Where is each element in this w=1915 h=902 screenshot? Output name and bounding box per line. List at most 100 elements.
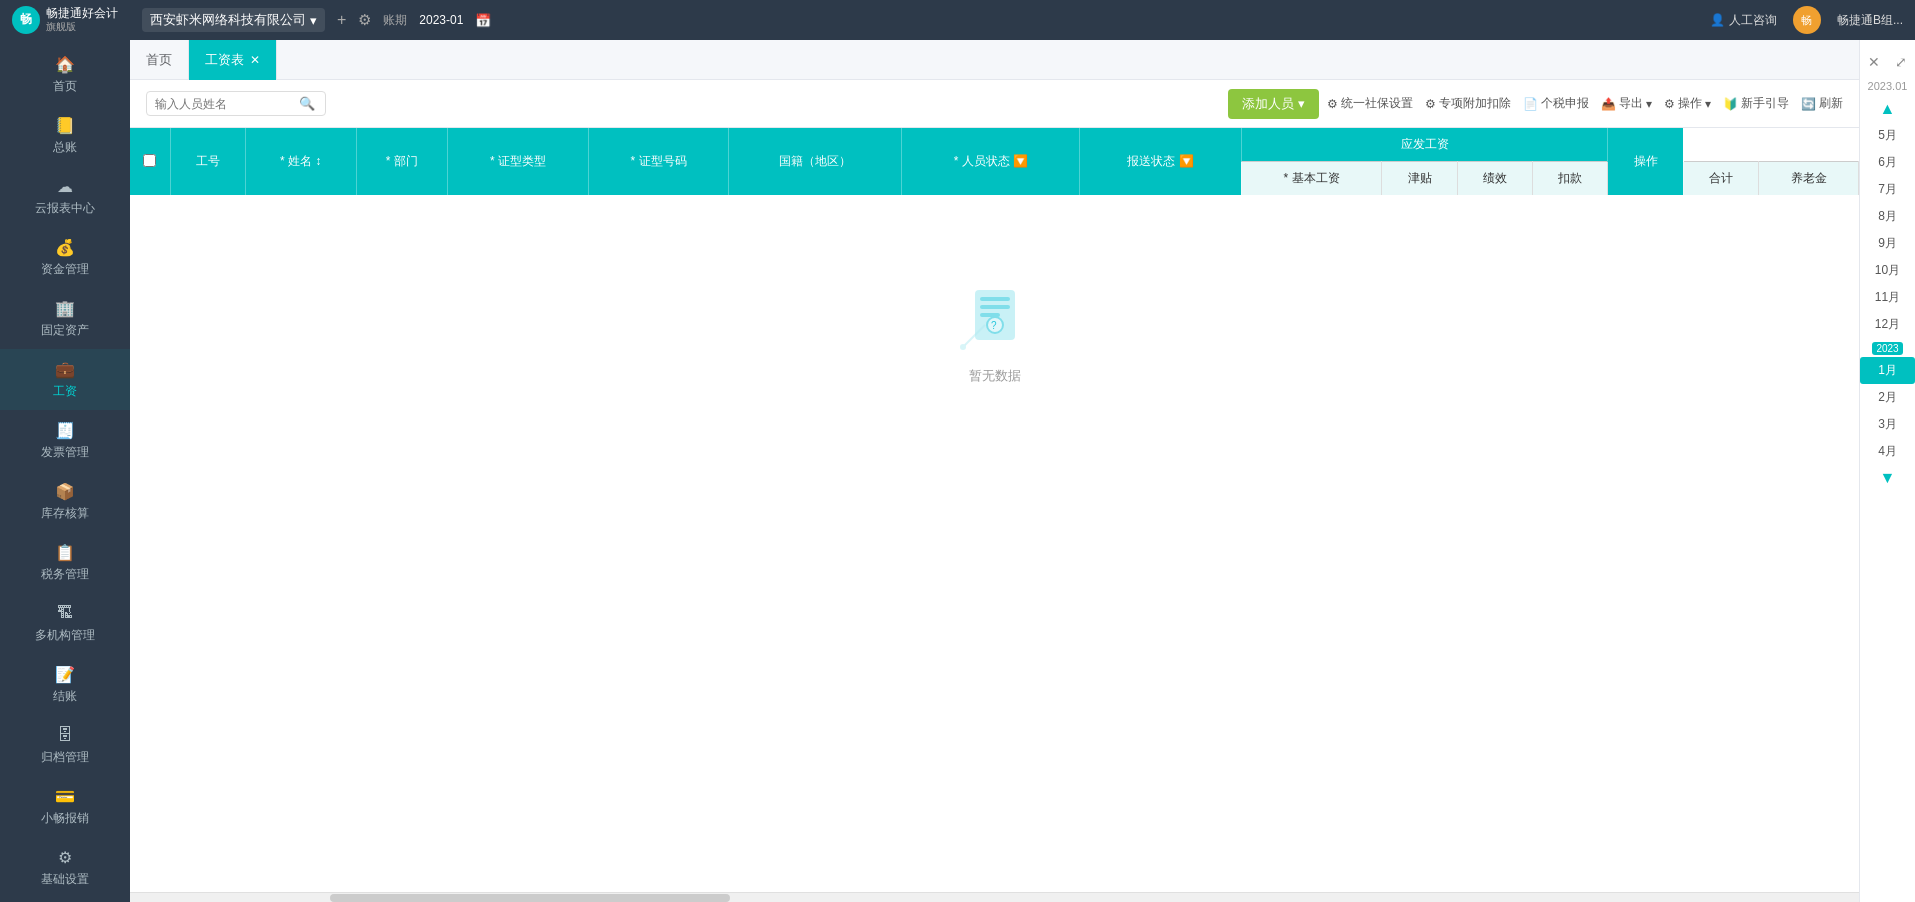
sidebar-label-assets: 固定资产 [41,322,89,339]
cal-month-3[interactable]: 3月 [1860,411,1915,438]
sidebar-item-report[interactable]: ☁ 云报表中心 [0,166,130,227]
sidebar-item-archive[interactable]: 🗄 归档管理 [0,715,130,776]
settings-nav-icon: ⚙ [55,847,75,867]
sidebar-item-expense[interactable]: 💳 小畅报销 [0,776,130,837]
sidebar-item-settings[interactable]: ⚙ 基础设置 [0,837,130,898]
search-wrap: 🔍 [146,91,326,116]
company-selector[interactable]: 西安虾米网络科技有限公司 ▾ [142,8,325,32]
sidebar-item-fund[interactable]: 💰 资金管理 [0,227,130,288]
deduction-icon: ⚙ [1425,97,1436,111]
header-right: 👤 人工咨询 畅 畅捷通B组... [1710,6,1903,34]
sidebar-item-assets[interactable]: 🏢 固定资产 [0,288,130,349]
company-name: 西安虾米网络科技有限公司 [150,11,306,29]
sidebar-item-invoice[interactable]: 🧾 发票管理 [0,410,130,471]
cal-month-1[interactable]: 1月 [1860,357,1915,384]
salary-icon: 💼 [55,359,75,379]
cal-year-header: 2023.01 [1866,76,1910,96]
tab-salary[interactable]: 工资表 ✕ [189,40,277,80]
tab-home[interactable]: 首页 [130,40,189,80]
sidebar-item-guide[interactable]: 📖 新手引导 [0,898,130,902]
sidebar-item-ledger[interactable]: 📒 总账 [0,105,130,166]
export-icon: 📤 [1601,97,1616,111]
cal-month-9[interactable]: 9月 [1860,230,1915,257]
toolbar-actions: ⚙ 统一社保设置 ⚙ 专项附加扣除 📄 个税申报 📤 导出 ▾ ⚙ [1327,95,1843,112]
empty-state: ? 暂无数据 [130,195,1859,465]
col-base-salary: * 基本工资 [1241,162,1382,196]
svg-rect-2 [980,305,1010,309]
invoice-icon: 🧾 [55,420,75,440]
add-icon[interactable]: + [337,11,346,29]
table-header-row: 工号 * 姓名 ↕ * 部门 * 证型类型 * 证型号码 国籍（地区） * 人员… [130,128,1859,162]
app-sub: 旗舰版 [46,20,118,34]
sidebar-item-inventory[interactable]: 📦 库存核算 [0,471,130,532]
op-dropdown-icon: ▾ [1705,97,1711,111]
close-books-icon: 📝 [55,664,75,684]
cal-month-10[interactable]: 10月 [1860,257,1915,284]
cal-up-icon[interactable]: ▲ [1876,96,1900,122]
col-report-status: 报送状态 🔽 [1080,128,1242,195]
user-name: 畅捷通B组... [1837,12,1903,29]
sidebar-label-salary: 工资 [53,383,77,400]
cal-down-icon[interactable]: ▼ [1876,465,1900,491]
assets-icon: 🏢 [55,298,75,318]
sidebar: 🏠 首页 📒 总账 ☁ 云报表中心 💰 资金管理 🏢 固定资产 💼 工资 🧾 发… [0,40,130,902]
settings-icon[interactable]: ⚙ [358,11,371,29]
cal-month-11[interactable]: 11月 [1860,284,1915,311]
cal-month-7[interactable]: 7月 [1860,176,1915,203]
close-panel-icon[interactable]: ✕ [1864,50,1884,74]
cal-month-2[interactable]: 2月 [1860,384,1915,411]
col-allowance: 津贴 [1382,162,1457,196]
cal-month-5[interactable]: 5月 [1860,122,1915,149]
sidebar-item-salary[interactable]: 💼 工资 [0,349,130,410]
user-avatar[interactable]: 畅 [1793,6,1821,34]
guide-btn-label: 新手引导 [1741,95,1789,112]
social-icon: ⚙ [1327,97,1338,111]
col-pension: 养老金 [1759,162,1859,196]
sidebar-item-home[interactable]: 🏠 首页 [0,44,130,105]
archive-icon: 🗄 [55,725,75,745]
col-name: * 姓名 ↕ [245,128,356,195]
special-deduction-btn[interactable]: ⚙ 专项附加扣除 [1425,95,1511,112]
cal-month-4[interactable]: 4月 [1860,438,1915,465]
expand-panel-icon[interactable]: ⤢ [1891,50,1911,74]
sidebar-label-multi: 多机构管理 [35,627,95,644]
sidebar-label-report: 云报表中心 [35,200,95,217]
tab-salary-label: 工资表 [205,51,244,69]
tab-close-icon[interactable]: ✕ [250,53,260,67]
fund-icon: 💰 [55,237,75,257]
col-payroll-group: 应发工资 [1241,128,1608,162]
horizontal-scrollbar[interactable] [130,892,1859,902]
support-btn[interactable]: 👤 人工咨询 [1710,12,1777,29]
sidebar-item-tax[interactable]: 📋 税务管理 [0,532,130,593]
sidebar-item-close[interactable]: 📝 结账 [0,654,130,715]
empty-icon: ? [955,275,1035,355]
sidebar-label-tax: 税务管理 [41,566,89,583]
col-performance: 绩效 [1457,162,1532,196]
cal-month-6[interactable]: 6月 [1860,149,1915,176]
toolbar: 🔍 添加人员 ▾ ⚙ 统一社保设置 ⚙ 专项附加扣除 📄 个税申报 [130,80,1859,128]
tax-icon-btn: 📄 [1523,97,1538,111]
logo-icon: 畅 [12,6,40,34]
search-input[interactable] [155,97,295,111]
empty-text: 暂无数据 [969,367,1021,385]
select-all-checkbox[interactable] [143,154,156,167]
tax-declare-btn[interactable]: 📄 个税申报 [1523,95,1589,112]
calendar-icon[interactable]: 📅 [475,13,491,28]
sidebar-item-multi[interactable]: 🏗 多机构管理 [0,593,130,654]
operation-btn[interactable]: ⚙ 操作 ▾ [1664,95,1711,112]
right-panel: ✕ ⤢ 2023.01 ▲ 5月 6月 7月 8月 9月 10月 11月 12月… [1859,40,1915,902]
add-person-dropdown-icon: ▾ [1298,96,1305,111]
deduction-label: 专项附加扣除 [1439,95,1511,112]
sidebar-label-expense: 小畅报销 [41,810,89,827]
salary-table: 工号 * 姓名 ↕ * 部门 * 证型类型 * 证型号码 国籍（地区） * 人员… [130,128,1859,195]
refresh-btn[interactable]: 🔄 刷新 [1801,95,1843,112]
scrollbar-thumb[interactable] [330,894,730,902]
cal-month-12[interactable]: 12月 [1860,311,1915,338]
export-btn[interactable]: 📤 导出 ▾ [1601,95,1652,112]
period-value: 2023-01 [419,13,463,27]
add-person-button[interactable]: 添加人员 ▾ [1228,89,1319,119]
cal-month-8[interactable]: 8月 [1860,203,1915,230]
guide-btn[interactable]: 🔰 新手引导 [1723,95,1789,112]
social-settings-btn[interactable]: ⚙ 统一社保设置 [1327,95,1413,112]
op-icon: ⚙ [1664,97,1675,111]
